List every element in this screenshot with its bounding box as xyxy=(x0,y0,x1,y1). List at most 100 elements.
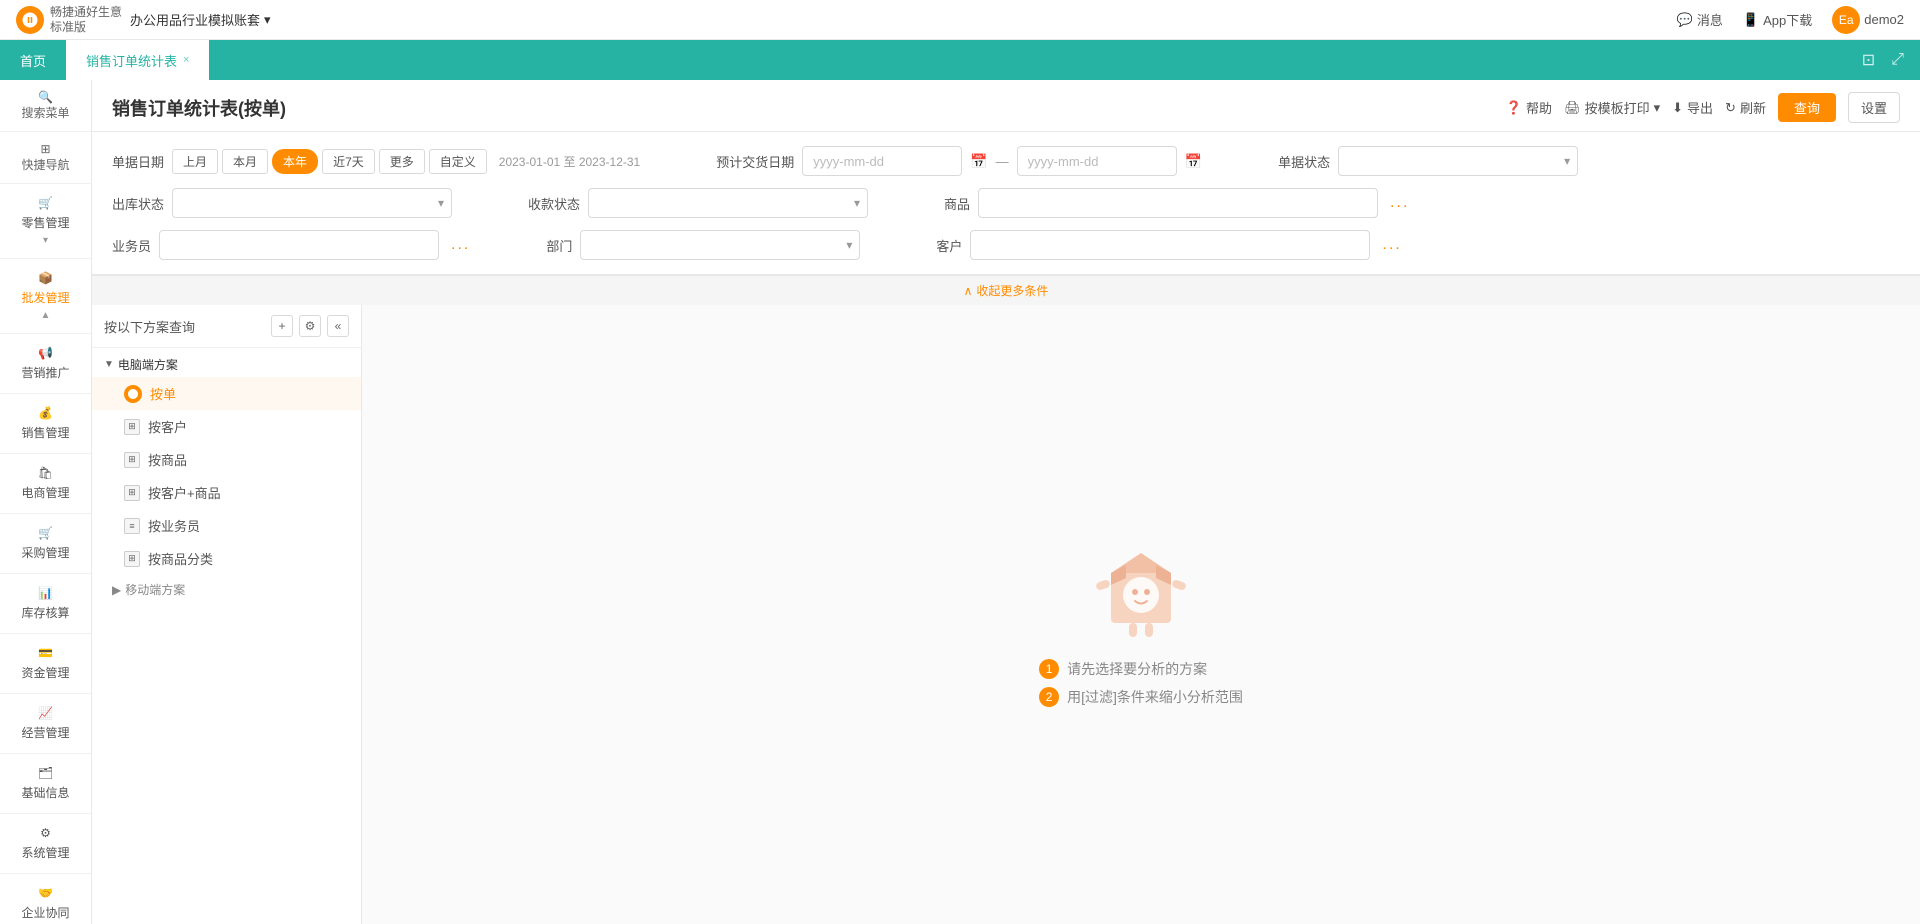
scheme-item-by-customer[interactable]: ⊞ 按客户 xyxy=(92,410,361,443)
payment-status-select[interactable] xyxy=(588,188,868,218)
date-label: 单据日期 xyxy=(112,152,164,171)
scheme-item-by-order[interactable]: 按单 xyxy=(92,377,361,410)
query-btn[interactable]: 查询 xyxy=(1778,93,1836,122)
chevron-up-icon: ▲ xyxy=(41,310,51,321)
tab-close-icon[interactable]: × xyxy=(183,54,189,66)
print-dropdown-icon[interactable]: ▾ xyxy=(1654,100,1661,116)
scheme-panel: 按以下方案查询 + ⚙ « ▼ 电脑端方案 按单 xyxy=(92,305,362,924)
tab-sales-order-stats[interactable]: 销售订单统计表 × xyxy=(66,40,209,80)
scheme-category-pc: ▼ 电脑端方案 xyxy=(92,348,361,377)
scheme-title: 按以下方案查询 xyxy=(104,317,195,336)
page-title: 销售订单统计表(按单) xyxy=(112,95,286,121)
logo-area: 畅捷通好生意 标准版 xyxy=(16,5,122,34)
window-expand-btn[interactable]: ⤢ xyxy=(1887,51,1908,69)
chevron-down-icon: ▾ xyxy=(43,235,48,246)
help-btn[interactable]: ❓ 帮助 xyxy=(1506,98,1552,117)
sidebar-search[interactable]: 🔍 搜索菜单 xyxy=(0,80,91,132)
sidebar-quick-nav[interactable]: ⊞ 快捷导航 xyxy=(0,132,91,184)
salesperson-more-icon[interactable]: ... xyxy=(451,236,470,254)
customer-group: 客户 ... xyxy=(936,230,1401,260)
custom-date-btn[interactable]: 自定义 xyxy=(429,149,487,174)
sidebar-item-inventory[interactable]: 📊 库存核算 xyxy=(0,574,91,634)
purchase-icon: 🛒 xyxy=(38,526,53,540)
customer-more-icon[interactable]: ... xyxy=(1382,236,1401,254)
product-more-icon[interactable]: ... xyxy=(1390,194,1409,212)
ecommerce-icon: 🛍 xyxy=(38,466,53,480)
scheme-item-by-salesperson[interactable]: ≡ 按业务员 xyxy=(92,509,361,542)
scheme-item-by-product[interactable]: ⊞ 按商品 xyxy=(92,443,361,476)
top-bar-left: 畅捷通好生意 标准版 办公用品行业模拟账套 ▾ xyxy=(16,5,271,34)
sidebar-item-system[interactable]: ⚙ 系统管理 xyxy=(0,814,91,874)
customer-input[interactable] xyxy=(970,230,1370,260)
content-body: 按以下方案查询 + ⚙ « ▼ 电脑端方案 按单 xyxy=(92,305,1920,924)
sidebar-item-sales[interactable]: 💰 销售管理 xyxy=(0,394,91,454)
expected-date-end-input[interactable] xyxy=(1017,146,1177,176)
export-icon: ⬇ xyxy=(1672,100,1683,116)
sidebar-item-finance[interactable]: 💳 资金管理 xyxy=(0,634,91,694)
salesperson-input[interactable] xyxy=(159,230,439,260)
tab-home[interactable]: 首页 xyxy=(0,40,66,80)
main-layout: 🔍 搜索菜单 ⊞ 快捷导航 🛒 零售管理 ▾ 📦 批发管理 ▲ 📢 营销推广 💰… xyxy=(0,80,1920,924)
ship-status-select[interactable] xyxy=(172,188,452,218)
date-separator: — xyxy=(996,154,1009,169)
last7-btn[interactable]: 近7天 xyxy=(322,149,375,174)
expected-date-start-input[interactable] xyxy=(802,146,962,176)
payment-status-label: 收款状态 xyxy=(528,194,580,213)
scheme-item-by-category[interactable]: ⊞ 按商品分类 xyxy=(92,542,361,575)
empty-tip-2: 2 用[过滤]条件来缩小分析范围 xyxy=(1039,687,1243,707)
ship-status-group: 出库状态 xyxy=(112,188,452,218)
filter-row-2: 出库状态 收款状态 商品 xyxy=(112,188,1900,218)
sidebar-item-marketing[interactable]: 📢 营销推广 xyxy=(0,334,91,394)
print-btn[interactable]: 🖨 按模板打印 ▾ xyxy=(1564,98,1660,117)
this-year-btn[interactable]: 本年 xyxy=(272,149,318,174)
payment-status-group: 收款状态 xyxy=(528,188,868,218)
sidebar-item-ecommerce[interactable]: 🛍 电商管理 xyxy=(0,454,91,514)
filter-row-3: 业务员 ... 部门 客户 ... xyxy=(112,230,1900,260)
sidebar-item-operations[interactable]: 📈 经营管理 xyxy=(0,694,91,754)
nav-tabs: 首页 销售订单统计表 × ⊡ ⤢ xyxy=(0,40,1920,80)
calendar-start-icon[interactable]: 📅 xyxy=(970,153,987,170)
operations-icon: 📈 xyxy=(38,706,53,720)
refresh-btn[interactable]: ↻ 刷新 xyxy=(1725,98,1766,117)
retail-icon: 🛒 xyxy=(38,196,53,210)
system-icon: ⚙ xyxy=(40,826,51,840)
more-date-btn[interactable]: 更多 xyxy=(379,149,425,174)
scheme-collapse-btn[interactable]: « xyxy=(327,315,349,337)
cust-prod-scheme-icon: ⊞ xyxy=(124,485,140,501)
sales-icon: 💰 xyxy=(38,406,53,420)
scheme-item-by-customer-product[interactable]: ⊞ 按客户+商品 xyxy=(92,476,361,509)
export-btn[interactable]: ⬇ 导出 xyxy=(1672,98,1713,117)
filter-row-1: 单据日期 上月 本月 本年 近7天 更多 自定义 2023-01-01 至 20… xyxy=(112,146,1900,176)
last-month-btn[interactable]: 上月 xyxy=(172,149,218,174)
sidebar-item-wholesale[interactable]: 📦 批发管理 ▲ xyxy=(0,259,91,334)
salesperson-scheme-icon: ≡ xyxy=(124,518,140,534)
collapse-filters-btn[interactable]: ∧ 收起更多条件 xyxy=(92,275,1920,305)
sidebar-item-retail[interactable]: 🛒 零售管理 ▾ xyxy=(0,184,91,259)
scheme-settings-btn[interactable]: ⚙ xyxy=(299,315,321,337)
scheme-add-btn[interactable]: + xyxy=(271,315,293,337)
top-bar: 畅捷通好生意 标准版 办公用品行业模拟账套 ▾ 💬 消息 📱 App下载 Ea … xyxy=(0,0,1920,40)
content-area: 销售订单统计表(按单) ❓ 帮助 🖨 按模板打印 ▾ ⬇ 导出 ↻ 刷新 xyxy=(92,80,1920,924)
settings-btn[interactable]: 设置 xyxy=(1848,92,1900,123)
sidebar-item-enterprise[interactable]: 🤝 企业协同 xyxy=(0,874,91,924)
user-area[interactable]: Ea demo2 xyxy=(1832,6,1904,34)
order-status-select[interactable] xyxy=(1338,146,1578,176)
messages-btn[interactable]: 💬 消息 xyxy=(1677,10,1723,29)
app-download-btn[interactable]: 📱 App下载 xyxy=(1743,10,1812,29)
expected-date-group: 预计交货日期 📅 — 📅 xyxy=(716,146,1202,176)
department-select[interactable] xyxy=(580,230,860,260)
window-restore-btn[interactable]: ⊡ xyxy=(1858,50,1879,70)
date-buttons: 上月 本月 本年 近7天 更多 自定义 xyxy=(172,149,487,174)
order-status-label: 单据状态 xyxy=(1278,152,1330,171)
product-input[interactable] xyxy=(978,188,1378,218)
calendar-end-icon[interactable]: 📅 xyxy=(1185,153,1202,170)
company-selector[interactable]: 办公用品行业模拟账套 ▾ xyxy=(130,10,271,29)
this-month-btn[interactable]: 本月 xyxy=(222,149,268,174)
top-bar-right: 💬 消息 📱 App下载 Ea demo2 xyxy=(1677,6,1904,34)
sidebar-item-purchase[interactable]: 🛒 采购管理 xyxy=(0,514,91,574)
date-filter-group: 单据日期 上月 本月 本年 近7天 更多 自定义 2023-01-01 至 20… xyxy=(112,149,640,174)
sidebar-item-basic[interactable]: 🗂 基础信息 xyxy=(0,754,91,814)
triangle-icon: ▼ xyxy=(104,359,114,370)
page-header: 销售订单统计表(按单) ❓ 帮助 🖨 按模板打印 ▾ ⬇ 导出 ↻ 刷新 xyxy=(92,80,1920,132)
empty-illustration xyxy=(1081,523,1201,643)
